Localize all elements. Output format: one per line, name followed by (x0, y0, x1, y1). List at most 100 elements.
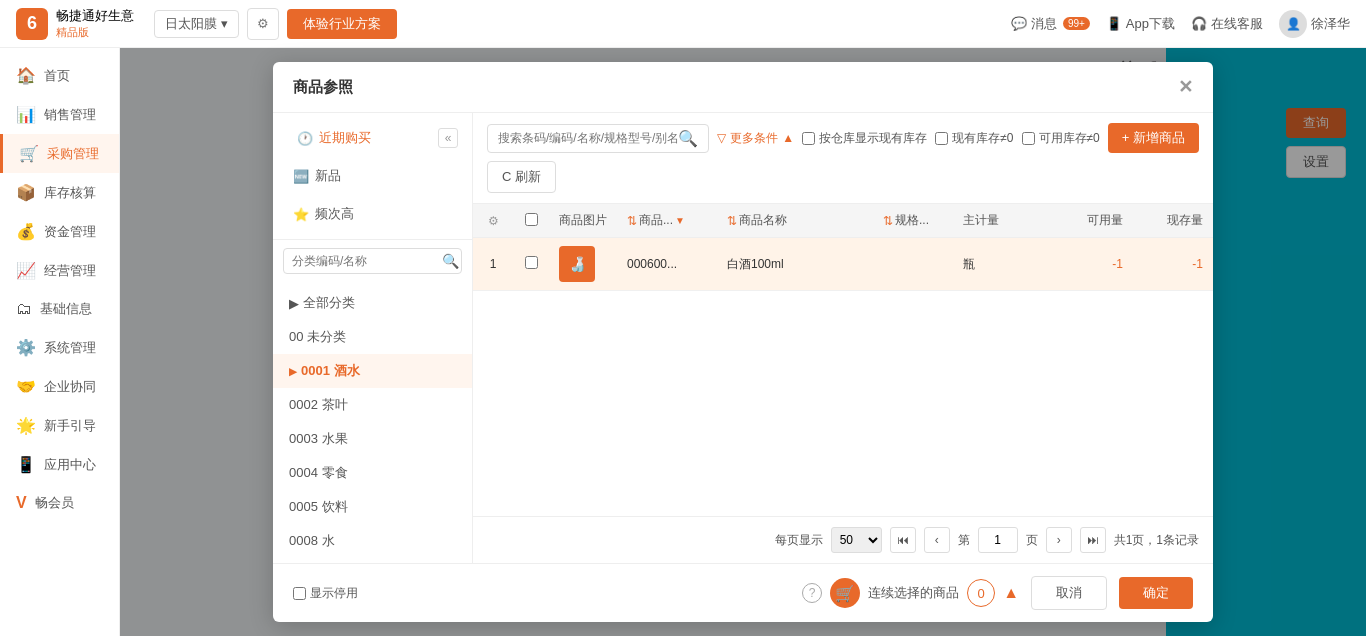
category-beverage[interactable]: 0005 饮料 (273, 490, 472, 524)
notice-button[interactable]: 💬 消息 99+ (1011, 15, 1090, 33)
sidebar-item-system[interactable]: ⚙️ 系统管理 (0, 328, 119, 367)
members-icon: V (16, 494, 27, 512)
search-icon[interactable]: 🔍 (678, 129, 698, 148)
sidebar-item-label: 库存核算 (44, 184, 96, 202)
modal-close-button[interactable]: ✕ (1178, 76, 1193, 98)
next-page-button[interactable]: › (1046, 527, 1072, 553)
cat-item-label: 0002 茶叶 (289, 396, 348, 414)
sidebar-item-label: 畅会员 (35, 494, 74, 512)
select-all-checkbox[interactable] (525, 213, 538, 226)
experience-button[interactable]: 体验行业方案 (287, 9, 397, 39)
sidebar-item-finance[interactable]: 💰 资金管理 (0, 212, 119, 251)
category-search-icon[interactable]: 🔍 (442, 253, 459, 269)
sidebar-item-enterprise[interactable]: 🤝 企业协同 (0, 367, 119, 406)
nav-right: 💬 消息 99+ 📱 App下载 🎧 在线客服 👤 徐泽华 (1011, 10, 1350, 38)
logo-text: 畅捷通好生意 精品版 (56, 7, 134, 40)
sidebar-item-label: 采购管理 (47, 145, 99, 163)
sidebar-item-label: 销售管理 (44, 106, 96, 124)
per-page-label: 每页显示 (775, 532, 823, 549)
sidebar-item-apps[interactable]: 📱 应用中心 (0, 445, 119, 484)
service-label: 在线客服 (1211, 15, 1263, 33)
cancel-button[interactable]: 取消 (1031, 576, 1107, 610)
page-number-input[interactable] (978, 527, 1018, 553)
page-label: 第 (958, 532, 970, 549)
sidebar-item-home[interactable]: 🏠 首页 (0, 56, 119, 95)
warehouse-display-checkbox[interactable]: 按仓库显示现有库存 (802, 130, 927, 147)
prev-page-button[interactable]: ‹ (924, 527, 950, 553)
branch-selector[interactable]: 日太阳膜 ▾ (154, 10, 239, 38)
sidebar-item-sales[interactable]: 📊 销售管理 (0, 95, 119, 134)
collapse-button[interactable]: « (438, 128, 458, 148)
app-download-button[interactable]: 📱 App下载 (1106, 15, 1175, 33)
category-search-input[interactable] (292, 254, 442, 268)
cart-label: 连续选择的商品 (868, 584, 959, 602)
collapse-arrow-icon[interactable]: ▲ (1003, 584, 1019, 602)
column-settings-icon[interactable]: ⚙ (488, 214, 499, 228)
stock-value: -1 (1192, 257, 1203, 271)
user-avatar[interactable]: 👤 徐泽华 (1279, 10, 1350, 38)
product-table: ⚙ 商品图片 (473, 204, 1213, 291)
add-product-button[interactable]: + 新增商品 (1108, 123, 1199, 153)
show-disabled-input[interactable] (293, 587, 306, 600)
product-reference-modal: 商品参照 ✕ 🕐 近期购买 « (273, 62, 1213, 622)
sidebar-item-label: 经营管理 (44, 262, 96, 280)
available-stock-input[interactable] (1022, 132, 1035, 145)
sidebar-item-basic-info[interactable]: 🗂 基础信息 (0, 290, 119, 328)
product-icon: 🍶 (569, 256, 586, 272)
new-product-btn[interactable]: 🆕 新品 (283, 161, 462, 191)
logo-sub-text: 精品版 (56, 25, 134, 40)
available-stock-checkbox[interactable]: 可用库存≠0 (1022, 130, 1100, 147)
category-fruit[interactable]: 0003 水果 (273, 422, 472, 456)
chevron-up-icon: ▲ (782, 131, 794, 145)
more-filters-button[interactable]: ▽ 更多条件 ▲ (717, 130, 794, 147)
sidebar-item-label: 资金管理 (44, 223, 96, 241)
product-search-input[interactable] (498, 131, 678, 145)
category-tea[interactable]: 0002 茶叶 (273, 388, 472, 422)
available-stock-label: 可用库存≠0 (1039, 130, 1100, 147)
current-stock-input[interactable] (935, 132, 948, 145)
col-avail-label: 可用量 (1087, 213, 1123, 227)
category-snack[interactable]: 0004 零食 (273, 456, 472, 490)
row-checkbox[interactable] (525, 256, 538, 269)
help-icon[interactable]: ? (802, 583, 822, 603)
sidebar-item-label: 系统管理 (44, 339, 96, 357)
sidebar-item-label: 首页 (44, 67, 70, 85)
table-row[interactable]: 1 🍶 (473, 238, 1213, 291)
sidebar-item-label: 企业协同 (44, 378, 96, 396)
product-image-placeholder: 🍶 (559, 246, 595, 282)
sidebar-item-inventory[interactable]: 📦 库存核算 (0, 173, 119, 212)
current-stock-checkbox[interactable]: 现有库存≠0 (935, 130, 1013, 147)
cat-item-label: 0001 酒水 (301, 362, 360, 380)
customer-service-button[interactable]: 🎧 在线客服 (1191, 15, 1263, 33)
show-disabled-label: 显示停用 (310, 585, 358, 602)
col-name-label: 商品名称 (739, 212, 787, 229)
high-frequency-btn[interactable]: ⭐ 频次高 (283, 199, 462, 229)
refresh-button[interactable]: C 刷新 (487, 161, 556, 193)
confirm-button[interactable]: 确定 (1119, 577, 1193, 609)
category-liquor[interactable]: ▶ 0001 酒水 (273, 354, 472, 388)
category-uncategorized[interactable]: 00 未分类 (273, 320, 472, 354)
category-top: 🕐 近期购买 « 🆕 新品 ⭐ 频次高 (273, 113, 472, 240)
sidebar-item-guide[interactable]: 🌟 新手引导 (0, 406, 119, 445)
apps-icon: 📱 (16, 455, 36, 474)
first-page-button[interactable]: ⏮ (890, 527, 916, 553)
right-panel: 🔍 ▽ 更多条件 ▲ 按仓库显示现有库存 (473, 113, 1213, 563)
category-water[interactable]: 0008 水 (273, 524, 472, 558)
home-icon: 🏠 (16, 66, 36, 85)
settings-button[interactable]: ⚙ (247, 8, 279, 40)
recent-purchase-btn[interactable]: 🕐 近期购买 (287, 123, 381, 153)
category-all[interactable]: ▶ 全部分类 (273, 286, 472, 320)
page-suffix: 页 (1026, 532, 1038, 549)
cart-count: 0 (967, 579, 995, 607)
table-header-row: ⚙ 商品图片 (473, 204, 1213, 238)
last-page-button[interactable]: ⏭ (1080, 527, 1106, 553)
warehouse-checkbox-input[interactable] (802, 132, 815, 145)
sidebar-item-members[interactable]: V 畅会员 (0, 484, 119, 522)
cat-item-label: 全部分类 (303, 294, 355, 312)
per-page-select[interactable]: 50 100 200 (831, 527, 882, 553)
cart-icon: 🛒 (830, 578, 860, 608)
col-header-avail: 可用量 (1033, 204, 1133, 238)
sidebar-item-purchase[interactable]: 🛒 采购管理 (0, 134, 119, 173)
sidebar-item-operations[interactable]: 📈 经营管理 (0, 251, 119, 290)
show-disabled-checkbox[interactable]: 显示停用 (293, 585, 358, 602)
